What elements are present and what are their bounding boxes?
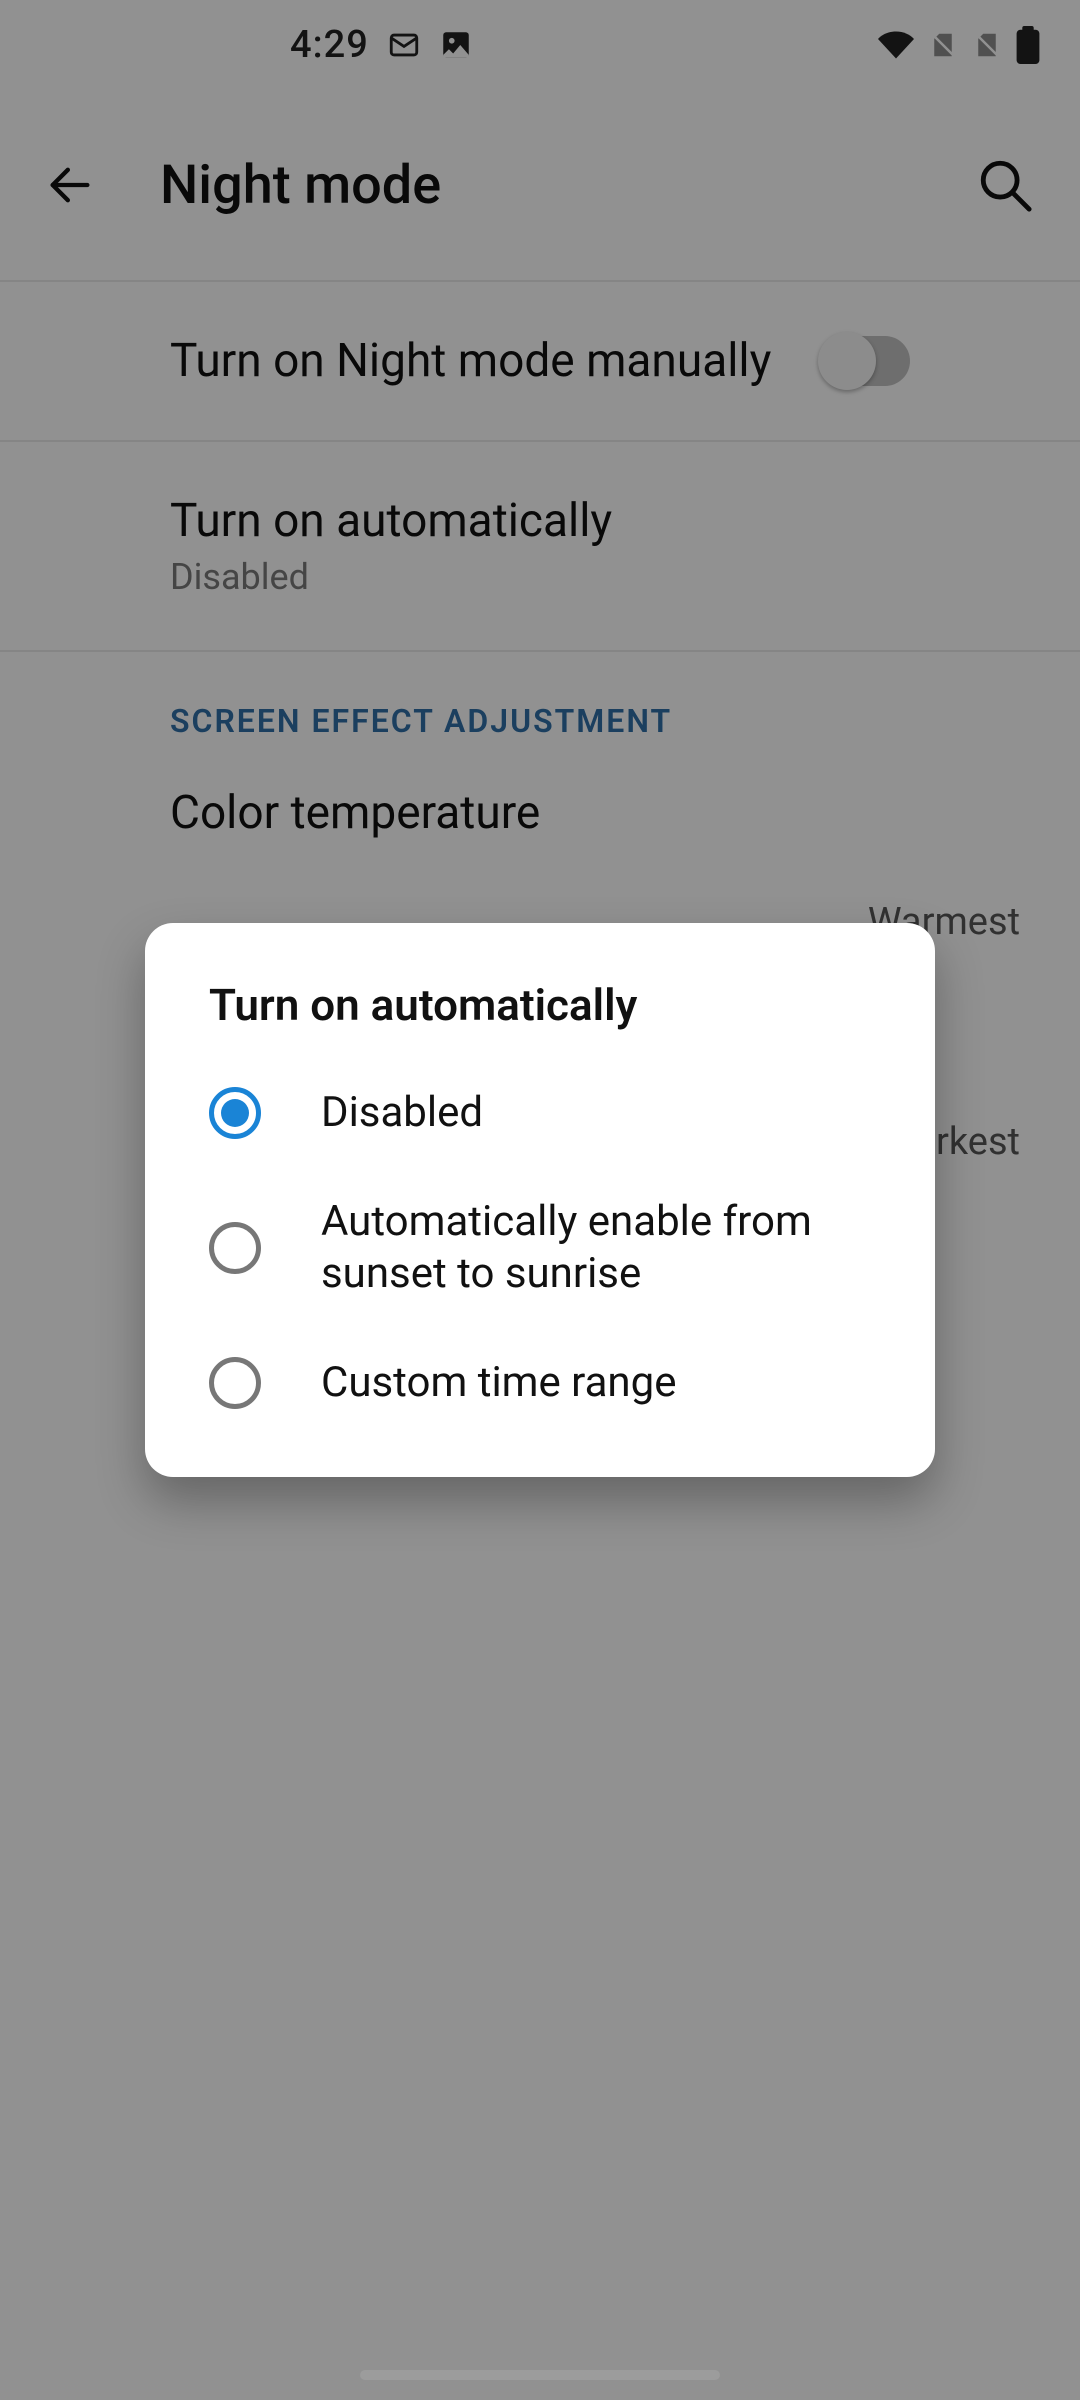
option-disabled[interactable]: Disabled: [145, 1059, 935, 1168]
option-label: Disabled: [321, 1087, 871, 1140]
dialog-title: Turn on automatically: [145, 979, 935, 1059]
radio-icon: [209, 1222, 261, 1274]
option-custom-time-range[interactable]: Custom time range: [145, 1329, 935, 1438]
dialog-turn-on-automatically: Turn on automatically Disabled Automatic…: [145, 923, 935, 1477]
option-label: Custom time range: [321, 1357, 871, 1410]
modal-scrim[interactable]: Turn on automatically Disabled Automatic…: [0, 0, 1080, 2400]
radio-icon: [209, 1357, 261, 1409]
radio-icon: [209, 1087, 261, 1139]
option-sunset-sunrise[interactable]: Automatically enable from sunset to sunr…: [145, 1168, 935, 1329]
option-label: Automatically enable from sunset to sunr…: [321, 1196, 871, 1301]
gesture-bar: [360, 2370, 720, 2380]
